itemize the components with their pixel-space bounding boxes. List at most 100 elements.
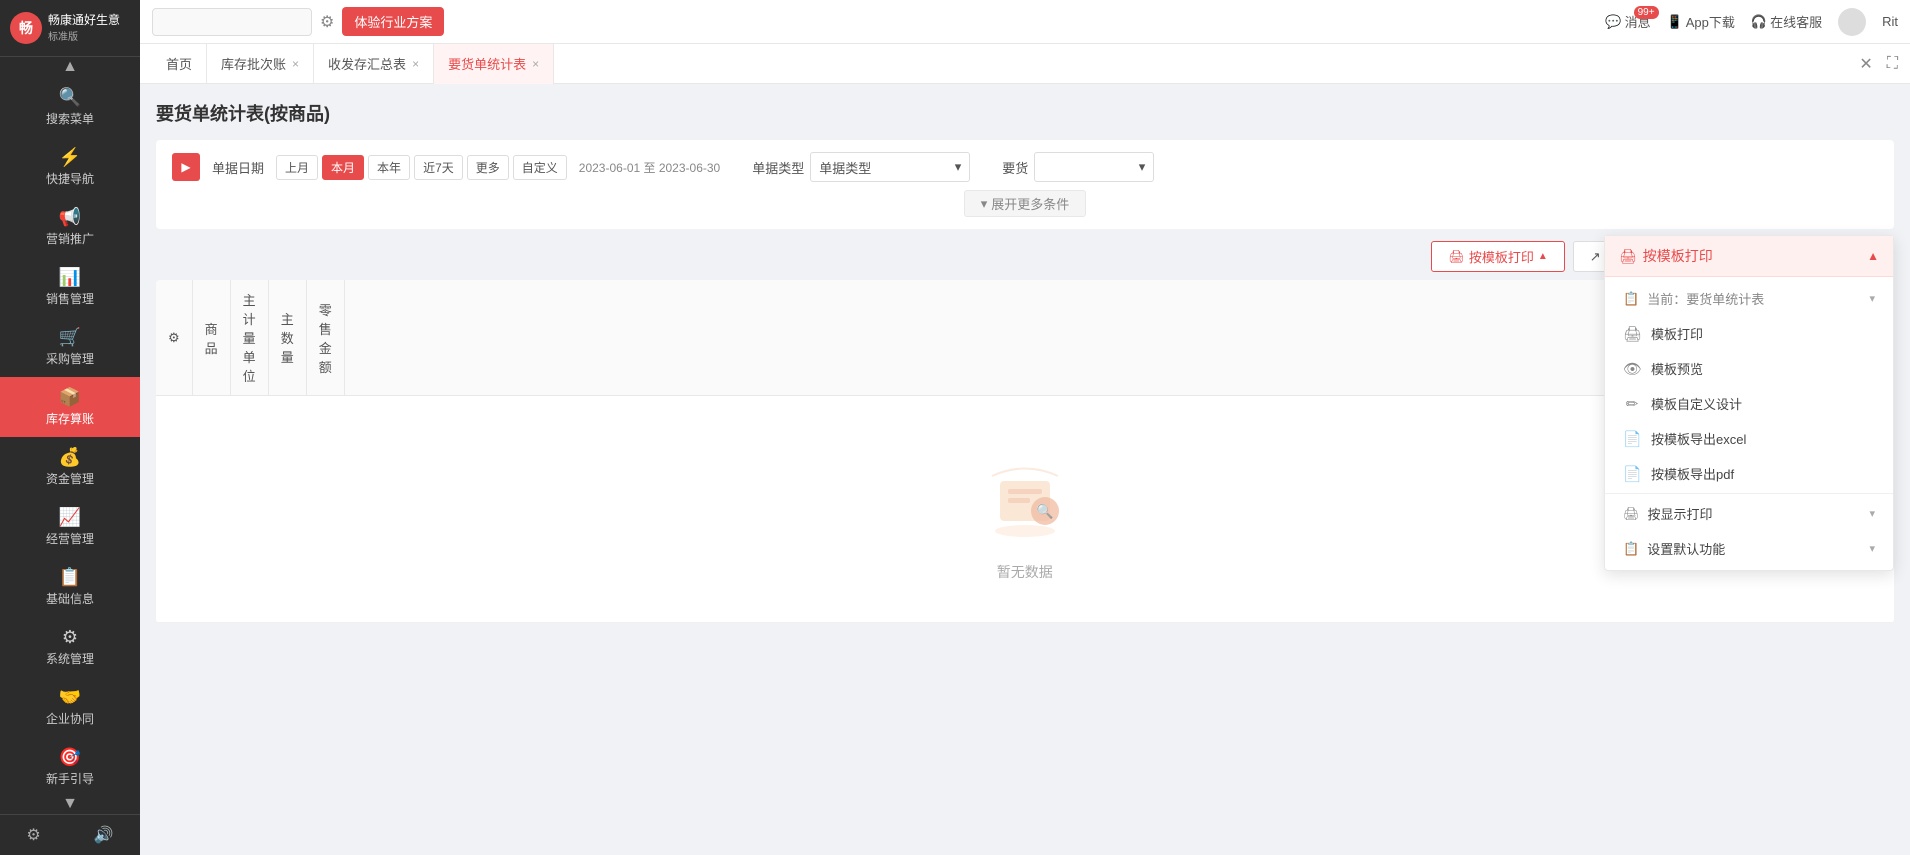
filter-expand-arrow[interactable]: ▶: [172, 153, 200, 181]
print-item-template-custom[interactable]: ✏ 模板自定义设计: [1605, 386, 1893, 421]
sidebar-item-system[interactable]: ⚙ 系统管理: [0, 617, 140, 677]
username[interactable]: Rit: [1882, 14, 1898, 29]
expand-more-icon: ▾: [981, 196, 988, 212]
tab-receipt-summary-close[interactable]: ×: [412, 57, 419, 71]
app-download-label: App下载: [1686, 12, 1735, 31]
tab-inventory-batch-close[interactable]: ×: [292, 57, 299, 71]
enterprise-icon: 🤝: [59, 687, 81, 708]
sidebar-nav: 🔍 搜索菜单 ⚡ 快捷导航 📢 营销推广 📊 销售管理 🛒 采购管理 📦 库存算…: [0, 77, 140, 794]
sidebar-item-operations[interactable]: 📈 经营管理: [0, 497, 140, 557]
tab-receipt-summary[interactable]: 收发存汇总表 ×: [314, 44, 434, 84]
order-type-chevron-icon: ▾: [955, 159, 962, 175]
sidebar-label-sales: 销售管理: [46, 290, 94, 307]
date-btn-more[interactable]: 更多: [467, 155, 509, 180]
sidebar-item-inventory[interactable]: 📦 库存算账: [0, 377, 140, 437]
print-template-label: 按模板打印: [1469, 247, 1534, 266]
filter-row: ▶ 单据日期 上月 本月 本年 近7天 更多 自定义 2023-06-01 至 …: [172, 152, 1878, 182]
tab-order-stats[interactable]: 要货单统计表 ×: [434, 44, 554, 84]
marketing-icon: 📢: [59, 207, 81, 228]
print-current-chevron-icon: ▾: [1869, 292, 1875, 305]
sidebar-label-operations: 经营管理: [46, 530, 94, 547]
print-btn-wrap: 🖨 按模板打印 ▲: [1431, 241, 1564, 272]
top-bar: ⚙ 体验行业方案 💬 消息 99+ 📱 App下载 🎧 在线客服 Rit: [140, 0, 1910, 44]
scroll-down-btn[interactable]: ▼: [0, 794, 140, 814]
settings-bottom-icon[interactable]: ⚙: [26, 825, 40, 845]
date-btn-custom[interactable]: 自定义: [513, 155, 567, 180]
tab-order-stats-label: 要货单统计表: [448, 54, 526, 73]
page-content: 要货单统计表(按商品) ▶ 单据日期 上月 本月 本年 近7天 更多 自定义 2…: [140, 84, 1910, 855]
table-col-retail-amount: 零售金额: [306, 280, 344, 396]
order-type-value: 单据类型: [819, 158, 871, 177]
template-preview-icon: 👁: [1623, 360, 1641, 378]
topbar-right: 💬 消息 99+ 📱 App下载 🎧 在线客服 Rit: [1605, 8, 1898, 36]
expand-more-btn[interactable]: ▾ 展开更多条件: [964, 190, 1087, 217]
date-btn-this-year[interactable]: 本年: [368, 155, 410, 180]
notification-btn[interactable]: 💬 消息 99+: [1605, 12, 1650, 31]
tab-bar-actions: ✕ ⛶: [1855, 50, 1910, 78]
app-download-btn[interactable]: 📱 App下载: [1667, 12, 1735, 31]
sidebar-label-system: 系统管理: [46, 650, 94, 667]
tab-inventory-batch[interactable]: 库存批次账 ×: [207, 44, 314, 84]
sidebar-item-purchase[interactable]: 🛒 采购管理: [0, 317, 140, 377]
print-item-template-preview[interactable]: 👁 模板预览: [1605, 351, 1893, 386]
print-item-display-print[interactable]: 🖨 按显示打印 ▾: [1605, 496, 1893, 531]
date-btn-this-month[interactable]: 本月: [322, 155, 364, 180]
notification-badge: 99+: [1634, 6, 1659, 19]
sidebar-item-marketing[interactable]: 📢 营销推广: [0, 197, 140, 257]
trial-button[interactable]: 体验行业方案: [342, 7, 444, 36]
svg-text:🔍: 🔍: [1036, 502, 1053, 520]
print-current-template[interactable]: 📋 当前：要货单统计表 ▾: [1605, 281, 1893, 316]
sidebar-item-newcomer[interactable]: 🎯 新手引导: [0, 737, 140, 794]
template-print-label: 模板打印: [1651, 324, 1703, 343]
quick-nav-icon: ⚡: [59, 147, 81, 168]
print-current-icon: 📋: [1623, 291, 1639, 307]
print-template-btn[interactable]: 🖨 按模板打印 ▲: [1431, 241, 1564, 272]
main-content: ⚙ 体验行业方案 💬 消息 99+ 📱 App下载 🎧 在线客服 Rit 首页: [140, 0, 1910, 855]
online-service-btn[interactable]: 🎧 在线客服: [1751, 12, 1822, 31]
avatar[interactable]: [1838, 8, 1866, 36]
sidebar-item-enterprise[interactable]: 🤝 企业协同: [0, 677, 140, 737]
tab-close-all-btn[interactable]: ✕: [1855, 50, 1876, 78]
print-item-template-pdf[interactable]: 📄 按模板导出pdf: [1605, 456, 1893, 491]
tab-order-stats-close[interactable]: ×: [532, 57, 539, 71]
print-template-chevron-icon: ▲: [1538, 251, 1548, 262]
online-service-icon: 🎧: [1751, 14, 1767, 30]
table-col-quantity: 主数量: [268, 280, 306, 396]
sidebar-item-quick-nav[interactable]: ⚡ 快捷导航: [0, 137, 140, 197]
print-dropdown-header[interactable]: 🖨 按模板打印 ▲: [1605, 236, 1893, 277]
empty-state-icon: 🔍: [980, 456, 1070, 546]
date-btn-last-month[interactable]: 上月: [276, 155, 318, 180]
sidebar-label-finance: 资金管理: [46, 470, 94, 487]
print-item-default-function[interactable]: 📋 设置默认功能 ▾: [1605, 531, 1893, 566]
speaker-bottom-icon[interactable]: 🔊: [94, 825, 114, 845]
order-type-select[interactable]: 单据类型 ▾: [810, 152, 970, 182]
topbar-search-input[interactable]: [152, 8, 312, 36]
tab-home[interactable]: 首页: [152, 44, 207, 84]
table-col-unit: 主计量单位: [230, 280, 268, 396]
tab-receipt-summary-label: 收发存汇总表: [328, 54, 406, 73]
sidebar-item-search[interactable]: 🔍 搜索菜单: [0, 77, 140, 137]
expand-more-label: 展开更多条件: [991, 194, 1069, 213]
tab-expand-btn[interactable]: ⛶: [1883, 51, 1902, 77]
sidebar-item-basic[interactable]: 📋 基础信息: [0, 557, 140, 617]
template-custom-icon: ✏: [1623, 395, 1641, 413]
scroll-up-btn[interactable]: ▲: [0, 57, 140, 77]
default-function-icon: 📋: [1623, 541, 1639, 557]
template-pdf-icon: 📄: [1623, 465, 1641, 483]
order-goods-select[interactable]: ▾: [1034, 152, 1154, 182]
sidebar-item-finance[interactable]: 💰 资金管理: [0, 437, 140, 497]
topbar-gear-icon[interactable]: ⚙: [320, 12, 334, 32]
sidebar-label-inventory: 库存算账: [46, 410, 94, 427]
order-goods-label: 要货: [1002, 158, 1028, 177]
app-name: 畅康通好生意: [48, 13, 120, 29]
print-item-template-print[interactable]: 🖨 模板打印: [1605, 316, 1893, 351]
print-dropdown-section: 📋 当前：要货单统计表 ▾ 🖨 模板打印 👁 模板预览: [1605, 277, 1893, 570]
template-pdf-label: 按模板导出pdf: [1651, 464, 1734, 483]
date-btn-7days[interactable]: 近7天: [414, 155, 463, 180]
sidebar-item-sales[interactable]: 📊 销售管理: [0, 257, 140, 317]
print-item-template-excel[interactable]: 📄 按模板导出excel: [1605, 421, 1893, 456]
table-col-settings[interactable]: ⚙: [156, 280, 192, 396]
date-range-text: 2023-06-01 至 2023-06-30: [579, 159, 720, 176]
print-header-icon: 🖨: [1619, 248, 1637, 265]
print-dropdown-chevron-icon: ▲: [1867, 249, 1879, 263]
